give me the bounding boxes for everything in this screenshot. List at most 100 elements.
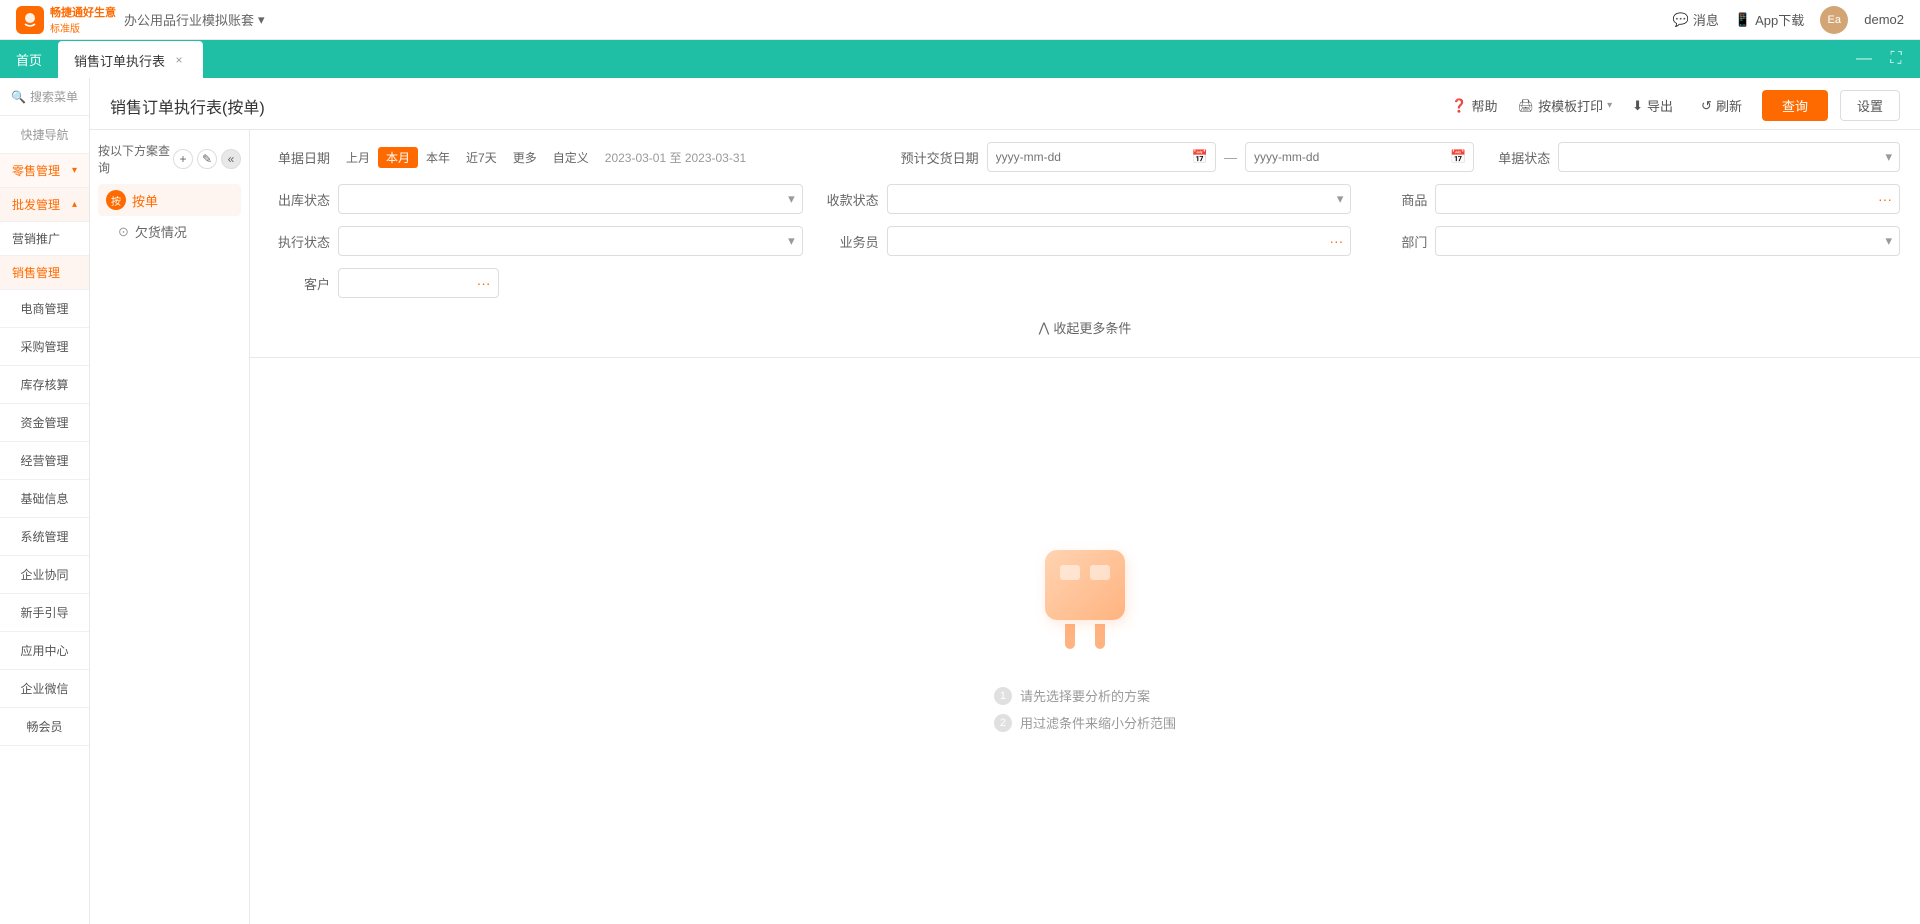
scheme-sub-credit[interactable]: ⊙ 欠货情况 [98,216,241,247]
empty-hint-1: 1 请先选择要分析的方案 [994,686,1176,705]
sidebar: 🔍 搜索菜单 快捷导航 零售管理 ▾ 批发管理 ▴ 营销推广 销售管理 电商管理… [0,78,90,924]
date-tab-7days[interactable]: 近7天 [458,147,505,168]
sidebar-item-cooperation[interactable]: 企业协同 [0,556,89,594]
date-range-display: 2023-03-01 至 2023-03-31 [605,149,746,166]
customer-control: ··· [338,268,499,298]
filter-delivery: 出库状态 ▾ [270,184,803,214]
filter-receipt: 收款状态 ▾ [819,184,1352,214]
date-end-icon[interactable]: 📅 [1450,149,1466,165]
delivery-control: ▾ [338,184,803,214]
tab-sales-order[interactable]: 销售订单执行表 × [58,41,203,79]
scheme-order-icon: 按 [106,190,126,210]
filter-execution: 执行状态 ▾ [270,226,803,256]
page-header: 销售订单执行表(按单) ❓ 帮助 🖨 按模板打印 ▾ ⬇ 导出 ↺ 刷新 [90,78,1920,130]
department-label: 部门 [1367,232,1427,251]
hint-num-2: 2 [994,714,1012,732]
receipt-label: 收款状态 [819,190,879,209]
help-btn[interactable]: ❓ 帮助 [1443,92,1505,119]
customer-input[interactable] [338,268,499,298]
print-icon: 🖨 [1518,98,1535,114]
app-download-btn[interactable]: 📱 App下载 [1735,10,1804,29]
status-label: 单据状态 [1490,148,1550,167]
department-select[interactable] [1435,226,1900,256]
sidebar-item-purchase[interactable]: 采购管理 [0,328,89,366]
logo-icon [16,6,44,34]
scheme-item-order[interactable]: 按 按单 [98,184,241,216]
query-btn[interactable]: 查询 [1762,90,1828,121]
main-layout: 🔍 搜索菜单 快捷导航 零售管理 ▾ 批发管理 ▴ 营销推广 销售管理 电商管理… [0,78,1920,924]
export-icon: ⬇ [1632,98,1643,114]
product-label: 商品 [1367,190,1427,209]
delivery-select[interactable] [338,184,803,214]
content-body: 按以下方案查询 + ✎ « 按 按单 ⊙ 欠货情况 [90,130,1920,924]
date-tab-more[interactable]: 更多 [505,147,545,168]
date-tab-this-year[interactable]: 本年 [418,147,458,168]
date-end-input[interactable] [1245,142,1474,172]
receipt-select[interactable] [887,184,1352,214]
settings-btn[interactable]: 设置 [1840,90,1900,121]
tab-close-btn[interactable]: × [171,52,187,68]
sidebar-search[interactable]: 🔍 搜索菜单 [0,78,89,116]
sidebar-item-appstore[interactable]: 应用中心 [0,632,89,670]
scheme-panel: 按以下方案查询 + ✎ « 按 按单 ⊙ 欠货情况 [90,130,250,924]
refresh-btn[interactable]: ↺ 刷新 [1693,92,1750,119]
date-start-icon[interactable]: 📅 [1192,149,1208,165]
product-more-icon[interactable]: ··· [1878,191,1892,207]
print-btn[interactable]: 🖨 按模板打印 ▾ [1518,96,1613,115]
sidebar-item-wechat[interactable]: 企业微信 [0,670,89,708]
sidebar-item-basic[interactable]: 基础信息 [0,480,89,518]
sidebar-item-operations[interactable]: 经营管理 [0,442,89,480]
salesperson-input[interactable] [887,226,1352,256]
sidebar-item-system[interactable]: 系统管理 [0,518,89,556]
tab-minimize-btn[interactable]: — [1852,47,1876,71]
filter-department: 部门 ▾ [1367,226,1900,256]
industry-selector[interactable]: 办公用品行业模拟账套 ▾ [124,10,265,29]
customer-more-icon[interactable]: ··· [477,275,491,291]
date-tab-custom[interactable]: 自定义 [545,147,597,168]
salesperson-more-icon[interactable]: ··· [1329,233,1343,249]
filter-row-4: 客户 ··· [270,268,1900,298]
sidebar-item-inventory[interactable]: 库存核算 [0,366,89,404]
sidebar-item-member[interactable]: 畅会员 [0,708,89,746]
app-download-icon: 📱 [1735,12,1751,28]
date-tab-this-month[interactable]: 本月 [378,147,418,168]
execution-select[interactable] [338,226,803,256]
filter-status: 单据状态 ▾ [1490,142,1900,172]
execution-control: ▾ [338,226,803,256]
date-range-expected: 📅 — 📅 [987,142,1475,172]
sidebar-sub-marketing[interactable]: 营销推广 [0,222,89,256]
scheme-collapse-btn[interactable]: « [221,149,241,169]
sidebar-item-retail[interactable]: 零售管理 ▾ [0,154,89,188]
collapse-more-btn[interactable]: ⋀ 收起更多条件 [270,310,1900,345]
sidebar-sub-sales[interactable]: 销售管理 [0,256,89,290]
date-tab-last-month[interactable]: 上月 [338,147,378,168]
help-icon: ❓ [1451,98,1467,114]
page-header-actions: ❓ 帮助 🖨 按模板打印 ▾ ⬇ 导出 ↺ 刷新 查询 设置 [1443,90,1900,121]
product-control: ··· [1435,184,1900,214]
date-start-input[interactable] [987,142,1216,172]
filter-row-1: 单据日期 上月 本月 本年 近7天 更多 自定义 20 [270,142,1900,172]
scheme-add-btn[interactable]: + [173,149,193,169]
sidebar-item-ecommerce[interactable]: 电商管理 [0,290,89,328]
sidebar-quick-nav[interactable]: 快捷导航 [0,116,89,154]
product-input[interactable] [1435,184,1900,214]
logo-text: 畅捷通好生意 标准版 [50,4,116,35]
message-btn[interactable]: 💬 消息 [1673,10,1719,29]
tab-maximize-btn[interactable]: ⛶ [1884,47,1908,71]
tab-home[interactable]: 首页 [0,40,58,78]
scheme-actions: + ✎ « [173,149,241,169]
sidebar-item-wholesale[interactable]: 批发管理 ▴ [0,188,89,222]
empty-box [1045,550,1125,620]
filter-date: 单据日期 上月 本月 本年 近7天 更多 自定义 20 [270,147,885,168]
filter-customer: 客户 ··· [270,268,499,298]
export-btn[interactable]: ⬇ 导出 [1624,92,1681,119]
collapse-up-icon: ⋀ [1039,320,1050,336]
scheme-header: 按以下方案查询 + ✎ « [98,138,241,184]
empty-hints: 1 请先选择要分析的方案 2 用过滤条件来缩小分析范围 [994,686,1176,732]
status-select[interactable] [1558,142,1900,172]
receipt-control: ▾ [887,184,1352,214]
date-start-wrap: 📅 [987,142,1216,172]
sidebar-item-finance[interactable]: 资金管理 [0,404,89,442]
scheme-edit-btn[interactable]: ✎ [197,149,217,169]
sidebar-item-guide[interactable]: 新手引导 [0,594,89,632]
